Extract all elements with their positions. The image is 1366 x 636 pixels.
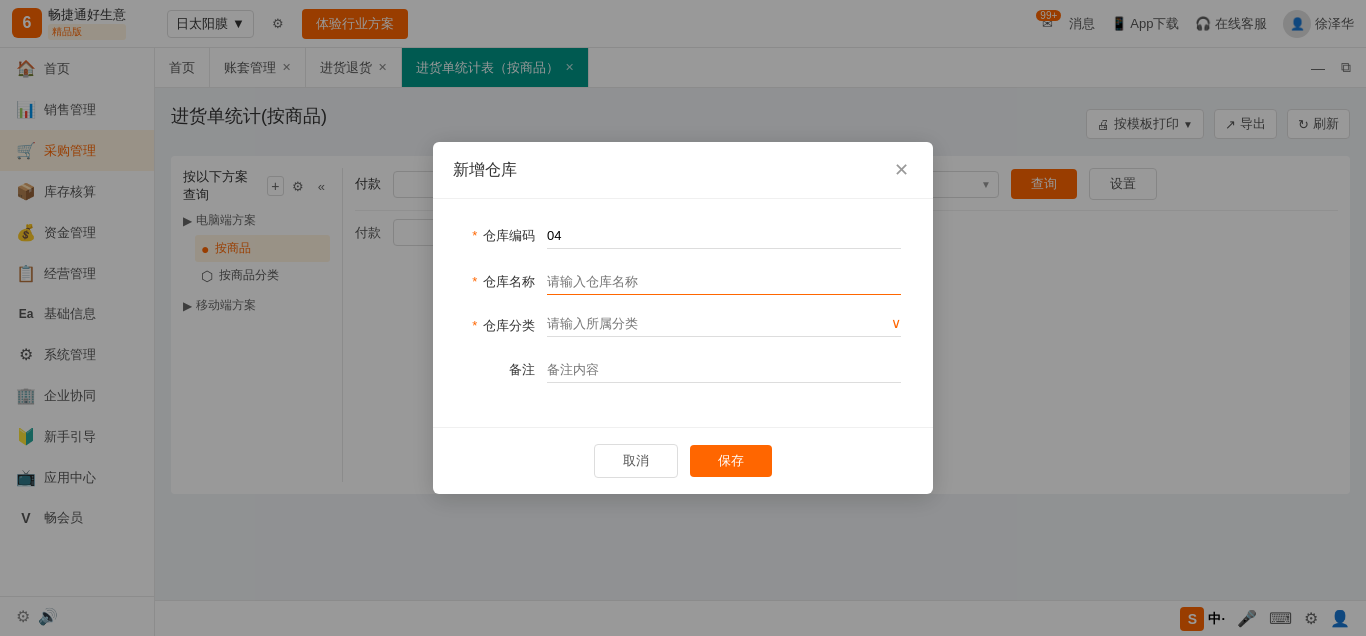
- warehouse-code-input[interactable]: [547, 223, 901, 249]
- save-button[interactable]: 保存: [690, 445, 772, 477]
- category-select-wrap: ∨: [547, 315, 901, 337]
- form-row-code: * 仓库编码: [465, 223, 901, 249]
- modal-title: 新增仓库: [453, 160, 517, 181]
- modal-close-button[interactable]: ✕: [889, 158, 913, 182]
- note-label: 备注: [465, 361, 535, 379]
- note-input[interactable]: [547, 357, 901, 383]
- cancel-button[interactable]: 取消: [594, 444, 678, 478]
- modal-footer: 取消 保存: [433, 427, 933, 494]
- name-label: * 仓库名称: [465, 273, 535, 291]
- add-warehouse-modal: 新增仓库 ✕ * 仓库编码 * 仓库名称 * 仓库分: [433, 142, 933, 494]
- category-chevron-icon[interactable]: ∨: [891, 315, 901, 331]
- modal-header: 新增仓库 ✕: [433, 142, 933, 199]
- required-star-category: *: [472, 318, 477, 333]
- code-label: * 仓库编码: [465, 227, 535, 245]
- required-star-name: *: [472, 274, 477, 289]
- category-label: * 仓库分类: [465, 317, 535, 335]
- form-row-note: 备注: [465, 357, 901, 383]
- category-input[interactable]: [547, 316, 891, 331]
- warehouse-name-input[interactable]: [547, 269, 901, 295]
- modal-body: * 仓库编码 * 仓库名称 * 仓库分类 ∨: [433, 199, 933, 427]
- modal-overlay: 新增仓库 ✕ * 仓库编码 * 仓库名称 * 仓库分: [0, 0, 1366, 636]
- form-row-name: * 仓库名称: [465, 269, 901, 295]
- form-row-category: * 仓库分类 ∨: [465, 315, 901, 337]
- required-star-code: *: [472, 228, 477, 243]
